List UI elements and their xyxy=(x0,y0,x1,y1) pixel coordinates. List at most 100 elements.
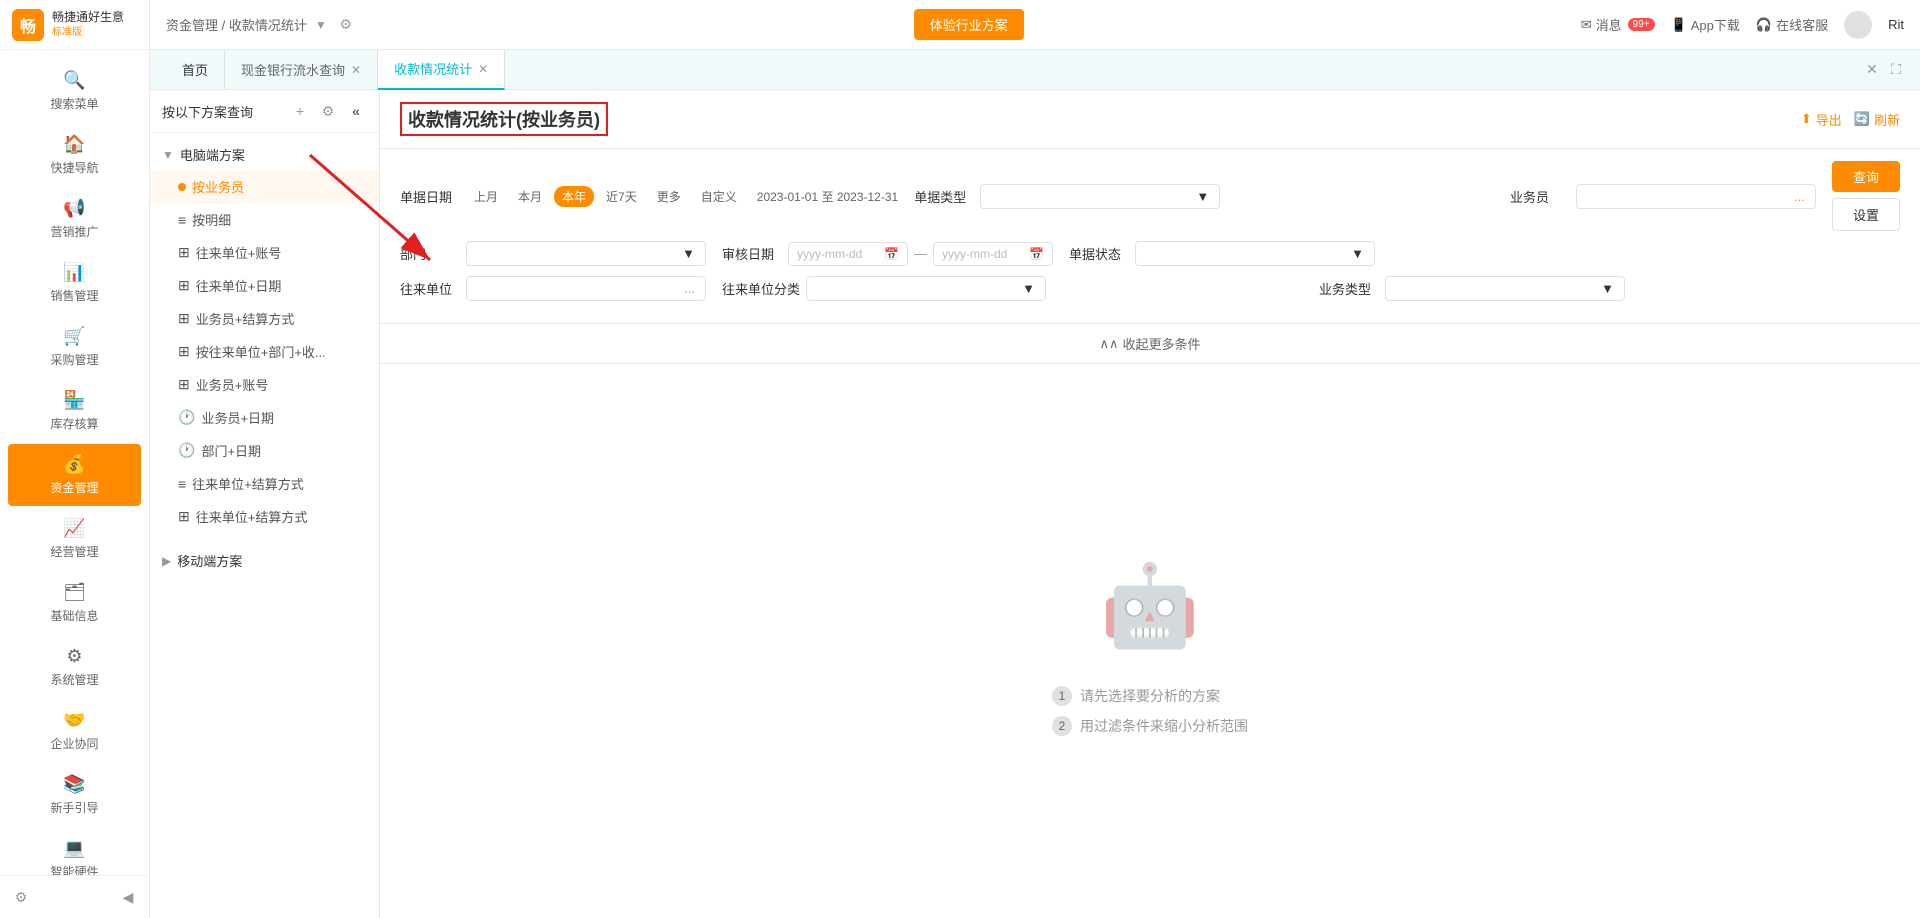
sidebar-item-basic[interactable]: 🗂基础信息 xyxy=(8,572,141,634)
sidebar-item-sales[interactable]: 📊销售管理 xyxy=(8,252,141,314)
refresh-button[interactable]: 🔄 刷新 xyxy=(1854,110,1900,129)
sidebar-item-label: 采购管理 xyxy=(50,351,98,368)
filter-row-3: 往来单位 ... 往来单位分类 ▼ 业务类型 xyxy=(400,276,1900,301)
scheme-item-by_detail[interactable]: ≡按明细 xyxy=(150,203,379,236)
doc-type-filter: 单据类型 ▼ xyxy=(914,184,1494,209)
partner-category-filter: 往来单位分类 ▼ xyxy=(722,276,1303,301)
online-service-action[interactable]: 🎧 在线客服 xyxy=(1756,15,1828,34)
page-title-actions: ⬆ 导出 🔄 刷新 xyxy=(1801,110,1900,141)
header-center: 体验行业方案 xyxy=(914,9,1024,40)
sidebar-item-enterprise[interactable]: 🤝企业协同 xyxy=(8,700,141,762)
robot-icon: 🤖 xyxy=(1100,559,1200,653)
scheme-item-unit_settle2[interactable]: ⊞往来单位+结算方式 xyxy=(150,500,379,533)
tab-home[interactable]: 首页 xyxy=(166,50,225,90)
sidebar-item-finance[interactable]: 💰资金管理 xyxy=(8,444,141,506)
maximize-window-icon[interactable]: ⛶ xyxy=(1888,62,1904,78)
scheme-item-staff_date[interactable]: 🕐业务员+日期 xyxy=(150,401,379,434)
date-tab-本月[interactable]: 本月 xyxy=(510,186,550,207)
empty-tips: 1 请先选择要分析的方案 2 用过滤条件来缩小分析范围 xyxy=(1052,686,1248,736)
settings-header-icon[interactable]: ⚙ xyxy=(335,14,357,36)
tab-label: 收款情况统计 xyxy=(394,59,472,78)
scheme-item-icon-unit_settle1: ≡ xyxy=(178,476,186,492)
tab-collection_stat[interactable]: 收款情况统计 ✕ xyxy=(378,50,505,90)
date-tab-更多[interactable]: 更多 xyxy=(649,186,689,207)
messages-action[interactable]: ✉ 消息 99+ xyxy=(1581,15,1655,34)
scheme-item-label: 业务员+日期 xyxy=(201,408,274,427)
partner-select[interactable]: ... xyxy=(466,276,706,301)
left-panel-title: 按以下方案查询 xyxy=(162,102,253,121)
partner-more-icon[interactable]: ... xyxy=(684,281,695,296)
hardware-icon: 💻 xyxy=(63,838,85,859)
tab-bank_flow[interactable]: 现金银行流水查询✕ xyxy=(225,50,378,90)
sidebar-item-operations[interactable]: 📈经营管理 xyxy=(8,508,141,570)
date-tab-上月[interactable]: 上月 xyxy=(466,186,506,207)
doc-type-label: 单据类型 xyxy=(914,187,974,206)
query-button[interactable]: 查询 xyxy=(1832,161,1900,192)
date-tab-自定义[interactable]: 自定义 xyxy=(693,186,745,207)
scheme-item-unit_account[interactable]: ⊞往来单位+账号 xyxy=(150,236,379,269)
sidebar-item-label: 销售管理 xyxy=(50,287,98,304)
scheme-item-unit_settle1[interactable]: ≡往来单位+结算方式 xyxy=(150,467,379,500)
settings-icon[interactable]: ⚙ xyxy=(10,886,32,908)
doc-status-select[interactable]: ▼ xyxy=(1135,241,1375,266)
scheme-settings-icon[interactable]: ⚙ xyxy=(317,100,339,122)
active-dot xyxy=(178,183,186,191)
date-tab-本年[interactable]: 本年 xyxy=(554,186,594,207)
scheme-item-dept_date[interactable]: 🕐部门+日期 xyxy=(150,434,379,467)
scheme-group-header-desktop[interactable]: ▼电脑端方案 xyxy=(150,139,379,170)
sidebar-item-hardware[interactable]: 💻 智能硬件 xyxy=(8,828,141,875)
audit-date-from-input[interactable]: yyyy-mm-dd 📅 xyxy=(788,242,908,266)
user-name: Rit xyxy=(1888,17,1904,32)
sidebar-item-quicknav[interactable]: 🏠快捷导航 xyxy=(8,124,141,186)
dept-filter: 部门 ▼ xyxy=(400,241,706,266)
add-scheme-icon[interactable]: + xyxy=(289,100,311,122)
scheme-item-icon-unit_settle2: ⊞ xyxy=(178,508,190,525)
scheme-item-by_staff[interactable]: 按业务员 xyxy=(150,170,379,203)
partner-label: 往来单位 xyxy=(400,279,460,298)
export-button[interactable]: ⬆ 导出 xyxy=(1801,110,1842,129)
scheme-item-label: 业务员+账号 xyxy=(196,375,269,394)
collapse-button[interactable]: ∧∧ 收起更多条件 xyxy=(1099,334,1200,353)
left-panel-actions: + ⚙ « xyxy=(289,100,367,122)
sidebar-item-marketing[interactable]: 📢营销推广 xyxy=(8,188,141,250)
scheme-item-icon-staff_account: ⊞ xyxy=(178,376,190,393)
scheme-group-header-mobile[interactable]: ▶移动端方案 xyxy=(150,545,379,576)
close-window-icon[interactable]: ✕ xyxy=(1864,62,1880,78)
scheme-item-staff_account[interactable]: ⊞ 业务员+账号 xyxy=(150,368,379,401)
dept-label: 部门 xyxy=(400,244,460,263)
sidebar-item-search[interactable]: 🔍搜索菜单 xyxy=(8,60,141,122)
app-download-action[interactable]: 📱 App下载 xyxy=(1671,15,1740,34)
user-avatar[interactable] xyxy=(1844,11,1872,39)
query-actions: 查询 设置 xyxy=(1832,161,1900,231)
staff-more-icon[interactable]: ... xyxy=(1794,189,1805,204)
scheme-list: ▼电脑端方案按业务员≡按明细⊞往来单位+账号⊞往来单位+日期⊞业务员+结算方式⊞… xyxy=(150,133,379,582)
sidebar: 畅 畅捷通好生意 标准版 🔍搜索菜单🏠快捷导航📢营销推广📊销售管理🛒采购管理🏪库… xyxy=(0,0,150,918)
sidebar-item-system[interactable]: ⚙系统管理 xyxy=(8,636,141,698)
audit-date-to-input[interactable]: yyyy-mm-dd 📅 xyxy=(933,242,1053,266)
scheme-item-unit_dept[interactable]: ⊞按往来单位+部门+收... xyxy=(150,335,379,368)
dropdown-icon[interactable]: ▼ xyxy=(315,18,327,32)
tab-close-bank_flow[interactable]: ✕ xyxy=(351,63,361,77)
scheme-item-staff_settle[interactable]: ⊞业务员+结算方式 xyxy=(150,302,379,335)
collapse-sidebar-icon[interactable]: ◀ xyxy=(117,886,139,908)
trial-button[interactable]: 体验行业方案 xyxy=(914,9,1024,40)
quicknav-icon: 🏠 xyxy=(63,134,85,155)
sidebar-item-purchase[interactable]: 🛒采购管理 xyxy=(8,316,141,378)
tab-close-collection_stat[interactable]: ✕ xyxy=(478,62,488,76)
staff-select[interactable]: ... xyxy=(1576,184,1816,209)
audit-date-filter: 审核日期 yyyy-mm-dd 📅 — yyyy-mm-dd 📅 xyxy=(722,242,1053,266)
sidebar-item-inventory[interactable]: 🏪库存核算 xyxy=(8,380,141,442)
sidebar-item-guide[interactable]: 📚新手引导 xyxy=(8,764,141,826)
doc-type-select[interactable]: ▼ xyxy=(980,184,1220,209)
collapse-panel-icon[interactable]: « xyxy=(345,100,367,122)
sidebar-bottom[interactable]: ⚙ ◀ xyxy=(0,875,149,918)
date-tab-近7天[interactable]: 近7天 xyxy=(598,186,645,207)
scheme-item-unit_date[interactable]: ⊞往来单位+日期 xyxy=(150,269,379,302)
sidebar-item-label: 系统管理 xyxy=(50,671,98,688)
settings-button[interactable]: 设置 xyxy=(1832,198,1900,231)
dept-dropdown-icon: ▼ xyxy=(682,246,695,261)
partner-category-select[interactable]: ▼ xyxy=(806,276,1046,301)
biz-type-select[interactable]: ▼ xyxy=(1385,276,1625,301)
sidebar-item-label: 智能硬件 xyxy=(50,863,98,875)
dept-select[interactable]: ▼ xyxy=(466,241,706,266)
